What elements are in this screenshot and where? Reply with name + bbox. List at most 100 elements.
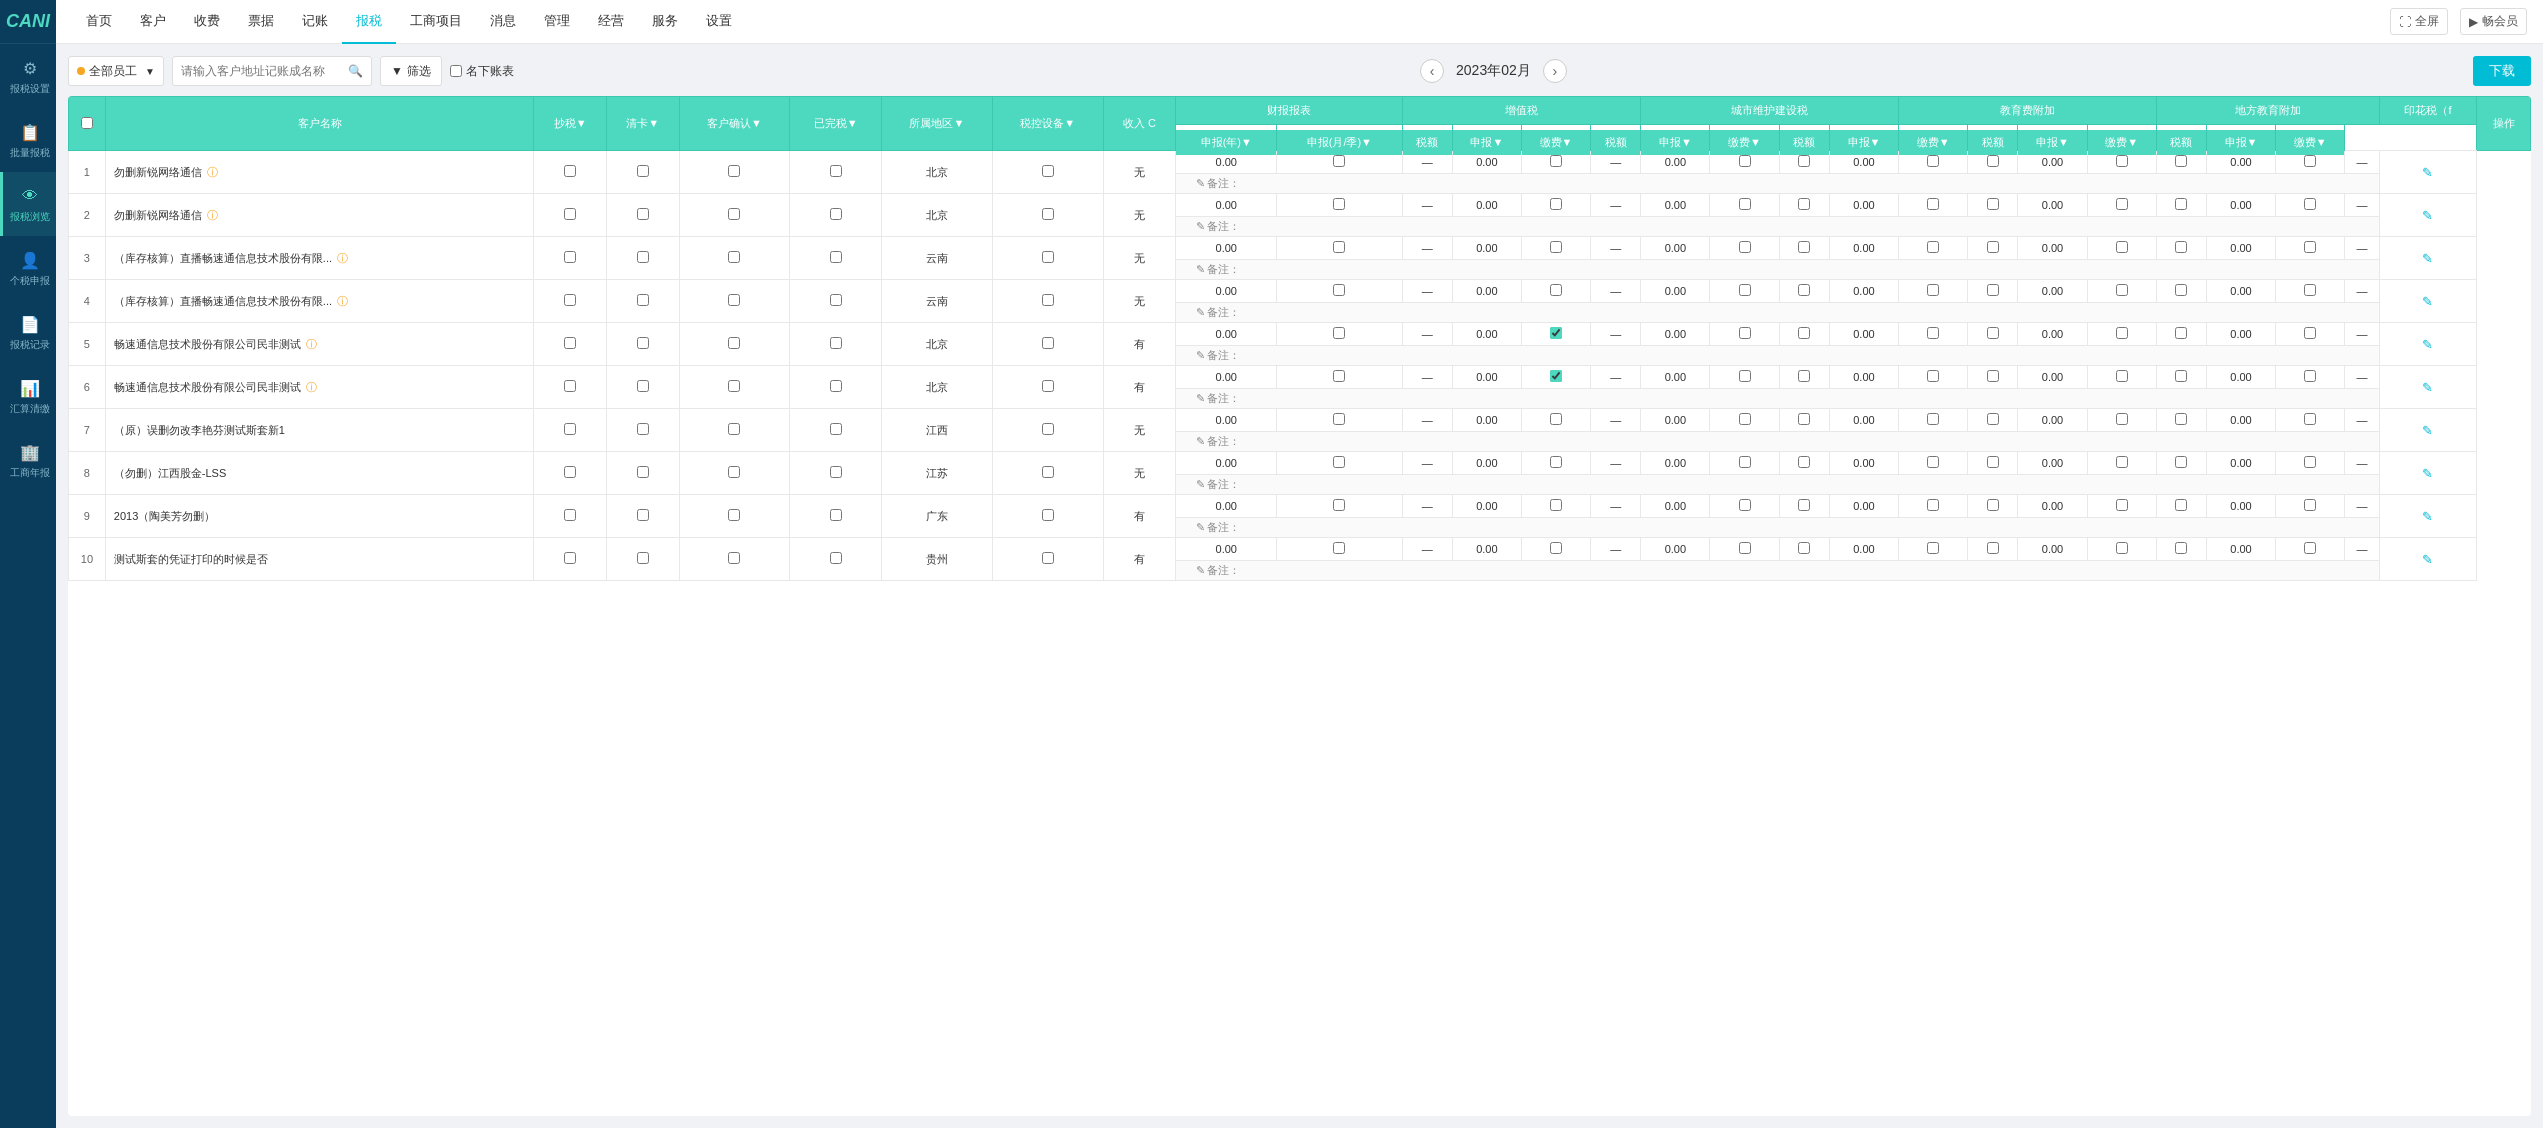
city-pay-checkbox[interactable]	[1798, 499, 1810, 511]
stamp-declare-checkbox[interactable]	[2304, 284, 2316, 296]
stamp-declare-checkbox[interactable]	[2304, 241, 2316, 253]
chaoshu-checkbox[interactable]	[564, 552, 576, 564]
local-edu-declare-checkbox[interactable]	[2116, 413, 2128, 425]
tax-device-checkbox[interactable]	[1042, 509, 1054, 521]
note-pencil-icon[interactable]: ✎	[1196, 349, 1205, 361]
chaoshu-checkbox[interactable]	[564, 380, 576, 392]
paid-tax-checkbox[interactable]	[830, 294, 842, 306]
stamp-declare-checkbox[interactable]	[2304, 499, 2316, 511]
nav-operation[interactable]: 经营	[584, 0, 638, 44]
edu-pay-checkbox[interactable]	[1987, 542, 1999, 554]
tax-device-checkbox[interactable]	[1042, 337, 1054, 349]
vat-declare-checkbox[interactable]	[1550, 370, 1562, 382]
sidebar-item-tax-records[interactable]: 📄 报税记录	[0, 300, 56, 364]
tax-device-checkbox[interactable]	[1042, 165, 1054, 177]
stamp-declare-checkbox[interactable]	[2304, 327, 2316, 339]
note-pencil-icon[interactable]: ✎	[1196, 435, 1205, 447]
edu-declare-checkbox[interactable]	[1927, 413, 1939, 425]
sidebar-item-settlement[interactable]: 📊 汇算清缴	[0, 364, 56, 428]
tax-device-checkbox[interactable]	[1042, 380, 1054, 392]
edu-pay-checkbox[interactable]	[1987, 241, 1999, 253]
nav-service[interactable]: 服务	[638, 0, 692, 44]
fullscreen-button[interactable]: ⛶ 全屏	[2390, 8, 2448, 35]
paid-tax-checkbox[interactable]	[830, 337, 842, 349]
sidebar-item-batch-tax[interactable]: 📋 批量报税	[0, 108, 56, 172]
tax-device-checkbox[interactable]	[1042, 466, 1054, 478]
paid-tax-checkbox[interactable]	[830, 251, 842, 263]
city-declare-checkbox[interactable]	[1739, 413, 1751, 425]
edu-pay-checkbox[interactable]	[1987, 284, 1999, 296]
city-pay-checkbox[interactable]	[1798, 241, 1810, 253]
qingka-checkbox[interactable]	[637, 552, 649, 564]
tax-device-checkbox[interactable]	[1042, 552, 1054, 564]
qingka-checkbox[interactable]	[637, 294, 649, 306]
qingka-checkbox[interactable]	[637, 251, 649, 263]
nav-settings[interactable]: 设置	[692, 0, 746, 44]
client-confirm-checkbox[interactable]	[728, 208, 740, 220]
edit-button[interactable]: ✎	[2422, 337, 2433, 352]
annual-report-checkbox[interactable]	[1333, 241, 1345, 253]
chaoshu-checkbox[interactable]	[564, 294, 576, 306]
vat-declare-checkbox[interactable]	[1550, 456, 1562, 468]
local-edu-pay-checkbox[interactable]	[2175, 370, 2187, 382]
annual-report-checkbox[interactable]	[1333, 499, 1345, 511]
city-pay-checkbox[interactable]	[1798, 155, 1810, 167]
city-pay-checkbox[interactable]	[1798, 284, 1810, 296]
note-pencil-icon[interactable]: ✎	[1196, 564, 1205, 576]
local-edu-declare-checkbox[interactable]	[2116, 327, 2128, 339]
local-edu-pay-checkbox[interactable]	[2175, 327, 2187, 339]
city-declare-checkbox[interactable]	[1739, 241, 1751, 253]
annual-report-checkbox[interactable]	[1333, 155, 1345, 167]
local-edu-declare-checkbox[interactable]	[2116, 284, 2128, 296]
nav-manage[interactable]: 管理	[530, 0, 584, 44]
note-pencil-icon[interactable]: ✎	[1196, 392, 1205, 404]
client-confirm-checkbox[interactable]	[728, 509, 740, 521]
annual-report-checkbox[interactable]	[1333, 284, 1345, 296]
nav-message[interactable]: 消息	[476, 0, 530, 44]
edu-declare-checkbox[interactable]	[1927, 456, 1939, 468]
edu-declare-checkbox[interactable]	[1927, 284, 1939, 296]
client-confirm-checkbox[interactable]	[728, 423, 740, 435]
chaoshu-checkbox[interactable]	[564, 165, 576, 177]
stamp-declare-checkbox[interactable]	[2304, 198, 2316, 210]
stamp-declare-checkbox[interactable]	[2304, 456, 2316, 468]
sidebar-item-personal-tax[interactable]: 👤 个税申报	[0, 236, 56, 300]
edu-pay-checkbox[interactable]	[1987, 413, 1999, 425]
paid-tax-checkbox[interactable]	[830, 423, 842, 435]
client-confirm-checkbox[interactable]	[728, 165, 740, 177]
paid-tax-checkbox[interactable]	[830, 552, 842, 564]
download-button[interactable]: 下载	[2473, 56, 2531, 86]
edu-pay-checkbox[interactable]	[1987, 198, 1999, 210]
filter-button[interactable]: ▼ 筛选	[380, 56, 442, 86]
employee-filter[interactable]: 全部员工 ▼	[68, 56, 164, 86]
chaoshu-checkbox[interactable]	[564, 251, 576, 263]
select-all-checkbox[interactable]	[81, 117, 93, 129]
qingka-checkbox[interactable]	[637, 165, 649, 177]
stamp-declare-checkbox[interactable]	[2304, 413, 2316, 425]
paid-tax-checkbox[interactable]	[830, 165, 842, 177]
edit-button[interactable]: ✎	[2422, 165, 2433, 180]
client-confirm-checkbox[interactable]	[728, 552, 740, 564]
annual-report-checkbox[interactable]	[1333, 327, 1345, 339]
edu-pay-checkbox[interactable]	[1987, 370, 1999, 382]
note-pencil-icon[interactable]: ✎	[1196, 220, 1205, 232]
annual-report-checkbox[interactable]	[1333, 413, 1345, 425]
stamp-declare-checkbox[interactable]	[2304, 370, 2316, 382]
local-edu-declare-checkbox[interactable]	[2116, 198, 2128, 210]
city-declare-checkbox[interactable]	[1739, 542, 1751, 554]
edu-pay-checkbox[interactable]	[1987, 456, 1999, 468]
chaoshu-checkbox[interactable]	[564, 337, 576, 349]
vat-declare-checkbox[interactable]	[1550, 327, 1562, 339]
city-declare-checkbox[interactable]	[1739, 499, 1751, 511]
vat-declare-checkbox[interactable]	[1550, 284, 1562, 296]
vip-button[interactable]: ▶ 畅会员	[2460, 8, 2527, 35]
edit-button[interactable]: ✎	[2422, 208, 2433, 223]
note-pencil-icon[interactable]: ✎	[1196, 263, 1205, 275]
edit-button[interactable]: ✎	[2422, 251, 2433, 266]
note-pencil-icon[interactable]: ✎	[1196, 478, 1205, 490]
chaoshu-checkbox[interactable]	[564, 423, 576, 435]
nav-invoice[interactable]: 票据	[234, 0, 288, 44]
city-pay-checkbox[interactable]	[1798, 198, 1810, 210]
chaoshu-checkbox[interactable]	[564, 509, 576, 521]
edit-button[interactable]: ✎	[2422, 423, 2433, 438]
